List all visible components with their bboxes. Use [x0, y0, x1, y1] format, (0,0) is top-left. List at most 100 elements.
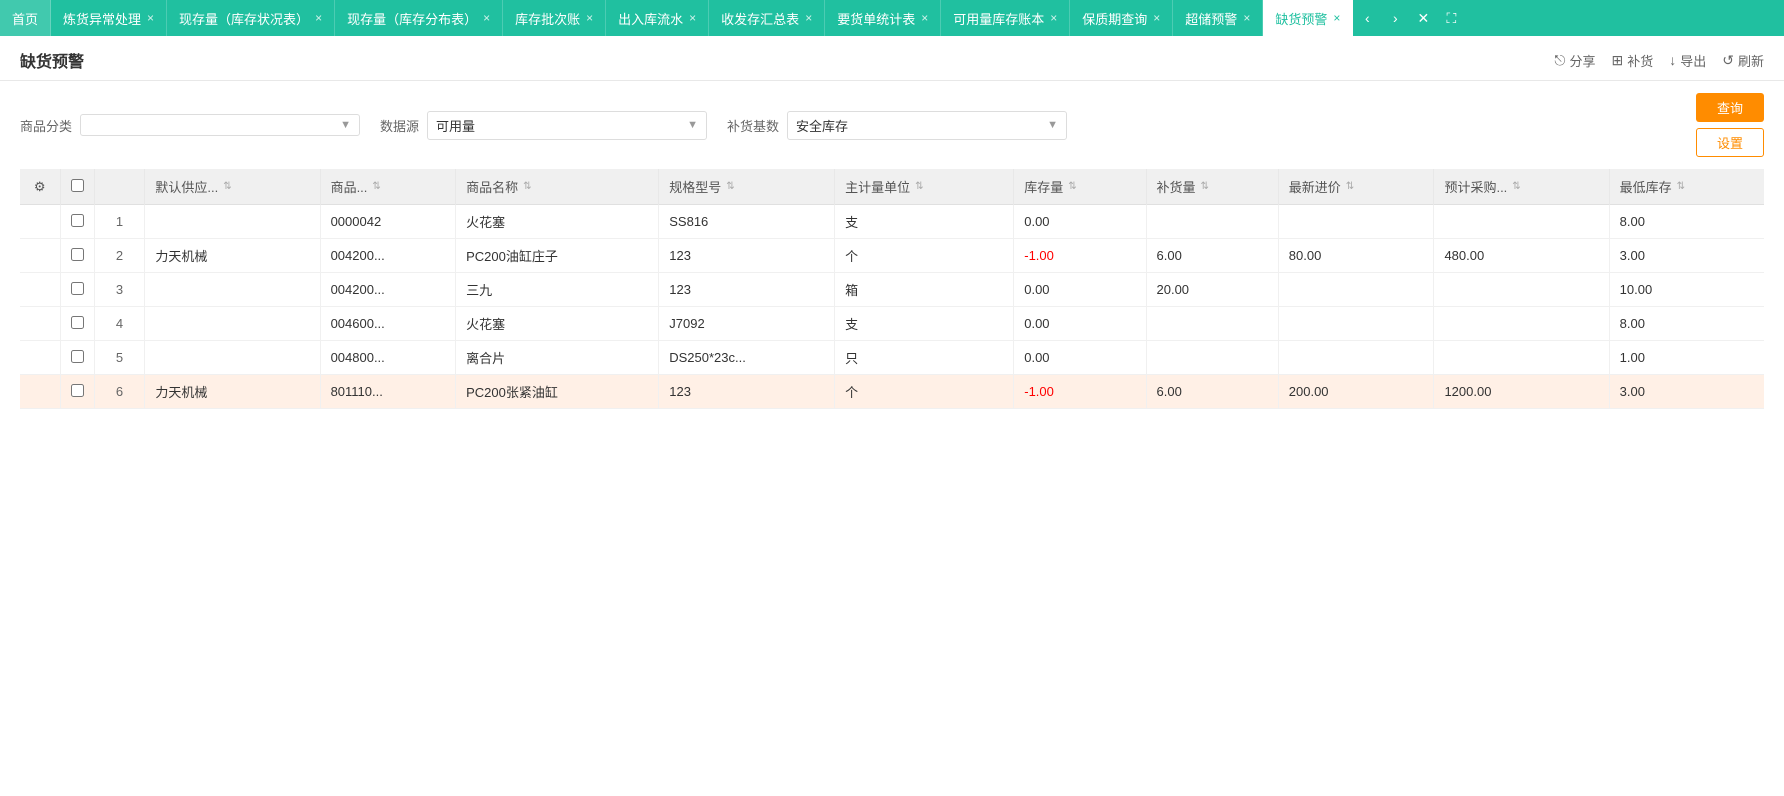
- tab-kucunpici[interactable]: 库存批次账 ×: [503, 0, 606, 36]
- restock-button[interactable]: ⊞ 补货: [1611, 51, 1653, 70]
- tab-nav-prev[interactable]: ‹: [1353, 0, 1381, 36]
- tab-close-xiancunliang1[interactable]: ×: [315, 11, 322, 25]
- cell-name: PC200张紧油缸: [456, 375, 659, 409]
- cell-min-stock: 8.00: [1609, 205, 1764, 239]
- tab-nav-maximize[interactable]: ⛶: [1437, 0, 1465, 36]
- filter-restock-select[interactable]: 安全库存 ▼: [787, 111, 1067, 140]
- cell-unit: 支: [835, 205, 1014, 239]
- tab-close-shoufacun[interactable]: ×: [805, 11, 812, 25]
- row-checkbox[interactable]: [71, 316, 84, 329]
- filter-actions: 查询 设置: [1696, 93, 1764, 157]
- cell-est-purchase: [1434, 205, 1609, 239]
- row-checkbox[interactable]: [71, 384, 84, 397]
- th-spec[interactable]: 规格型号 ⇅: [659, 169, 835, 205]
- filter-category-select[interactable]: ▼: [80, 114, 360, 136]
- tab-close-yaohuo[interactable]: ×: [921, 11, 928, 25]
- row-checkbox[interactable]: [71, 282, 84, 295]
- tab-close-quehuo[interactable]: ×: [1333, 11, 1340, 25]
- cell-restock-qty: [1146, 307, 1278, 341]
- refresh-icon: ↺: [1722, 52, 1734, 69]
- cell-min-stock: 10.00: [1609, 273, 1764, 307]
- tab-xiancunliang1[interactable]: 现存量（库存状况表） ×: [167, 0, 335, 36]
- query-button[interactable]: 查询: [1696, 93, 1764, 122]
- th-unit[interactable]: 主计量单位 ⇅: [835, 169, 1014, 205]
- tab-lianghuo[interactable]: 炼货异常处理 ×: [51, 0, 167, 36]
- tab-close-kucunpici[interactable]: ×: [586, 11, 593, 25]
- tab-xiancunliang2[interactable]: 现存量（库存分布表） ×: [335, 0, 503, 36]
- th-gear[interactable]: ⚙: [20, 169, 60, 205]
- cell-supplier: [145, 341, 320, 375]
- th-stock[interactable]: 库存量 ⇅: [1014, 169, 1146, 205]
- restock-icon: ⊞: [1611, 52, 1623, 69]
- th-min-stock[interactable]: 最低库存 ⇅: [1609, 169, 1764, 205]
- tab-keyongliang[interactable]: 可用量库存账本 ×: [941, 0, 1070, 36]
- filter-datasource-select[interactable]: 可用量 ▼: [427, 111, 707, 140]
- cell-stock: 0.00: [1014, 307, 1146, 341]
- cell-spec: DS250*23c...: [659, 341, 835, 375]
- tab-close-xiancunliang2[interactable]: ×: [483, 11, 490, 25]
- th-checkbox[interactable]: [60, 169, 94, 205]
- export-button[interactable]: ↓ 导出: [1669, 51, 1706, 70]
- cell-checkbox[interactable]: [60, 375, 94, 409]
- share-button[interactable]: ⎋ 分享: [1554, 51, 1595, 70]
- th-name[interactable]: 商品名称 ⇅: [456, 169, 659, 205]
- settings-button[interactable]: 设置: [1696, 128, 1764, 157]
- tab-nav-next[interactable]: ›: [1381, 0, 1409, 36]
- th-latest-price[interactable]: 最新进价 ⇅: [1278, 169, 1434, 205]
- cell-stock: 0.00: [1014, 205, 1146, 239]
- th-restock-qty[interactable]: 补货量 ⇅: [1146, 169, 1278, 205]
- cell-gear: [20, 307, 60, 341]
- filter-datasource-value: 可用量: [436, 116, 475, 135]
- select-all-checkbox[interactable]: [71, 179, 84, 192]
- table-row: 6力天机械801110...PC200张紧油缸123个-1.006.00200.…: [20, 375, 1764, 409]
- cell-name: PC200油缸庄子: [456, 239, 659, 273]
- tab-shoufacun[interactable]: 收发存汇总表 ×: [709, 0, 825, 36]
- cell-spec: 123: [659, 375, 835, 409]
- tab-close-baozhi[interactable]: ×: [1153, 11, 1160, 25]
- cell-index: 5: [94, 341, 145, 375]
- cell-supplier: [145, 307, 320, 341]
- tab-quehuo[interactable]: 缺货预警 ×: [1263, 0, 1353, 36]
- row-checkbox[interactable]: [71, 350, 84, 363]
- tab-churuku[interactable]: 出入库流水 ×: [606, 0, 709, 36]
- cell-stock: 0.00: [1014, 273, 1146, 307]
- cell-checkbox[interactable]: [60, 205, 94, 239]
- cell-est-purchase: 1200.00: [1434, 375, 1609, 409]
- refresh-button[interactable]: ↺ 刷新: [1722, 51, 1764, 70]
- table-row: 5004800...离合片DS250*23c...只0.001.00: [20, 341, 1764, 375]
- tab-close-keyongliang[interactable]: ×: [1050, 11, 1057, 25]
- sort-icon-latest-price: ⇅: [1346, 181, 1354, 192]
- cell-unit: 箱: [835, 273, 1014, 307]
- cell-min-stock: 3.00: [1609, 375, 1764, 409]
- th-supplier[interactable]: 默认供应... ⇅: [145, 169, 320, 205]
- cell-gear: [20, 375, 60, 409]
- cell-name: 火花塞: [456, 307, 659, 341]
- cell-spec: SS816: [659, 205, 835, 239]
- tab-close-lianghuo[interactable]: ×: [147, 11, 154, 25]
- tab-chaochuyujing[interactable]: 超储预警 ×: [1173, 0, 1263, 36]
- cell-checkbox[interactable]: [60, 341, 94, 375]
- cell-restock-qty: 6.00: [1146, 239, 1278, 273]
- cell-index: 1: [94, 205, 145, 239]
- filter-bar: 商品分类 ▼ 数据源 可用量 ▼ 补货基数 安全库存 ▼ 查询 设置: [0, 81, 1784, 169]
- sort-icon-supplier: ⇅: [223, 181, 231, 192]
- th-code[interactable]: 商品... ⇅: [320, 169, 456, 205]
- table-row: 10000042火花塞SS816支0.008.00: [20, 205, 1764, 239]
- cell-latest-price: 80.00: [1278, 239, 1434, 273]
- tab-close-churuku[interactable]: ×: [689, 11, 696, 25]
- cell-checkbox[interactable]: [60, 239, 94, 273]
- cell-checkbox[interactable]: [60, 307, 94, 341]
- data-table: ⚙ 默认供应... ⇅ 商品...: [20, 169, 1764, 409]
- row-checkbox[interactable]: [71, 214, 84, 227]
- tab-home[interactable]: 首页: [0, 0, 51, 36]
- tab-close-chaochuyujing[interactable]: ×: [1243, 11, 1250, 25]
- cell-spec: J7092: [659, 307, 835, 341]
- tab-baozhi[interactable]: 保质期查询 ×: [1070, 0, 1173, 36]
- cell-gear: [20, 205, 60, 239]
- tab-yaohuo[interactable]: 要货单统计表 ×: [825, 0, 941, 36]
- th-est-purchase[interactable]: 预计采购... ⇅: [1434, 169, 1609, 205]
- cell-checkbox[interactable]: [60, 273, 94, 307]
- row-checkbox[interactable]: [71, 248, 84, 261]
- tab-nav-close[interactable]: ✕: [1409, 0, 1437, 36]
- filter-restock-chevron: ▼: [1047, 119, 1058, 131]
